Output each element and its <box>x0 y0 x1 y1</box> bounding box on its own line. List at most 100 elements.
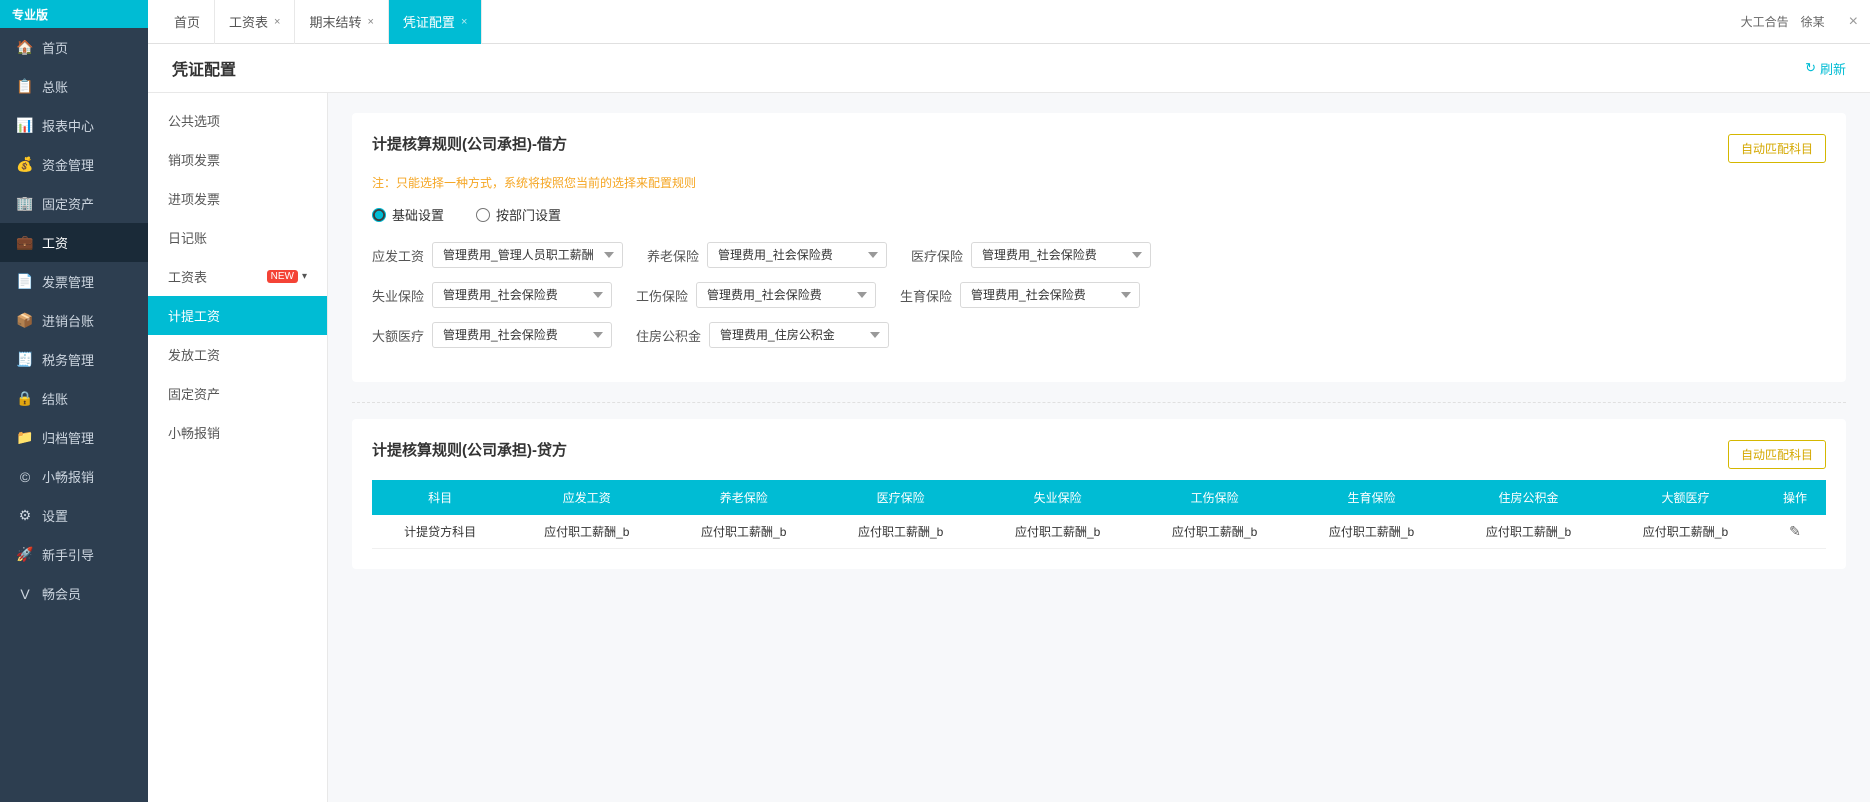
work-injury-select[interactable]: 管理费用_社会保险费 <box>696 282 876 308</box>
page-title: 凭证配置 <box>172 56 236 80</box>
th-unemployment: 失业保险 <box>979 480 1136 515</box>
td-gross-salary: 应付职工薪酬_b <box>508 515 665 549</box>
form-item-major-medical: 大额医疗 管理费用_社会保险费 <box>372 322 612 348</box>
major-medical-select[interactable]: 管理费用_社会保险费 <box>432 322 612 348</box>
major-medical-label: 大额医疗 <box>372 326 424 345</box>
housing-fund-label: 住房公积金 <box>636 326 701 345</box>
tab-voucher-close[interactable]: × <box>461 16 467 28</box>
content-wrapper: 公共选项 销项发票 进项发票 日记账 工资表 NEW ▾ 计提工资 <box>148 93 1870 802</box>
archive-icon: 📁 <box>16 429 34 446</box>
ledger-icon: 📋 <box>16 78 34 95</box>
form-item-unemployment: 失业保险 管理费用_社会保险费 <box>372 282 612 308</box>
sidebar-item-salary[interactable]: 💼 工资 <box>0 223 148 262</box>
sidebar-item-finance[interactable]: 💰 资金管理 <box>0 145 148 184</box>
brand-label: 专业版 <box>0 0 148 28</box>
section-debit: 计提核算规则(公司承担)-借方 自动匹配科目 注：只能选择一种方式，系统将按照您… <box>352 113 1846 382</box>
housing-fund-select[interactable]: 管理费用_住房公积金 <box>709 322 889 348</box>
tab-period-close-btn[interactable]: × <box>367 16 373 28</box>
refresh-icon: ↻ <box>1805 60 1816 76</box>
th-action: 操作 <box>1764 480 1826 515</box>
section1-note: 注：只能选择一种方式，系统将按照您当前的选择来配置规则 <box>372 174 1826 191</box>
unemployment-select[interactable]: 管理费用_社会保险费 <box>432 282 612 308</box>
radio-basic[interactable]: 基础设置 <box>372 205 444 224</box>
maternity-select[interactable]: 管理费用_社会保险费 <box>960 282 1140 308</box>
td-subject: 计提贷方科目 <box>372 515 508 549</box>
th-medical: 医疗保险 <box>822 480 979 515</box>
td-edit-action[interactable]: ✎ <box>1764 515 1826 549</box>
sidebar-item-invoice[interactable]: 📄 发票管理 <box>0 262 148 301</box>
tab-voucher-config[interactable]: 凭证配置 × <box>389 0 482 44</box>
sidebar-item-assets[interactable]: 🏢 固定资产 <box>0 184 148 223</box>
gross-salary-select[interactable]: 管理费用_管理人员职工薪酬 <box>432 242 623 268</box>
sidebar-item-archive[interactable]: 📁 归档管理 <box>0 418 148 457</box>
sidebar-item-settings[interactable]: ⚙ 设置 <box>0 496 148 535</box>
tab-period-close[interactable]: 期末结转 × <box>295 0 388 44</box>
debit-form-row-2: 失业保险 管理费用_社会保险费 工伤保险 管理费用_社会保险费 生育保险 <box>372 282 1826 308</box>
th-major-medical: 大额医疗 <box>1607 480 1764 515</box>
sidebar-item-expense[interactable]: © 小畅报销 <box>0 457 148 496</box>
purchase-icon: 📦 <box>16 312 34 329</box>
leftnav-item-accrual-salary[interactable]: 计提工资 <box>148 296 327 335</box>
credit-table-header-row: 科目 应发工资 养老保险 医疗保险 失业保险 工伤保险 生育保险 住房公积金 大… <box>372 480 1826 515</box>
pension-label: 养老保险 <box>647 246 699 265</box>
radio-department[interactable]: 按部门设置 <box>476 205 561 224</box>
tax-icon: 🧾 <box>16 351 34 368</box>
form-item-maternity: 生育保险 管理费用_社会保险费 <box>900 282 1140 308</box>
invoice-icon: 📄 <box>16 273 34 290</box>
tab-payroll-close[interactable]: × <box>274 16 280 28</box>
th-subject: 科目 <box>372 480 508 515</box>
refresh-button[interactable]: ↻ 刷新 <box>1805 59 1846 78</box>
gross-salary-label: 应发工资 <box>372 246 424 265</box>
sidebar-item-home[interactable]: 🏠 首页 <box>0 28 148 67</box>
vip-icon: V <box>16 586 34 602</box>
th-pension: 养老保险 <box>665 480 822 515</box>
leftnav-item-pay-salary[interactable]: 发放工资 <box>148 335 327 374</box>
leftnav-item-sales-invoice[interactable]: 销项发票 <box>148 140 327 179</box>
maternity-label: 生育保险 <box>900 286 952 305</box>
tab-payroll[interactable]: 工资表 × <box>215 0 295 44</box>
leftnav-item-expense-report[interactable]: 小畅报销 <box>148 413 327 452</box>
leftnav-item-public[interactable]: 公共选项 <box>148 101 327 140</box>
debit-form-row-3: 大额医疗 管理费用_社会保险费 住房公积金 管理费用_住房公积金 <box>372 322 1826 348</box>
main-area: 首页 工资表 × 期末结转 × 凭证配置 × 大工合告 徐某 × 凭证配置 ↻ … <box>148 0 1870 802</box>
expense-icon: © <box>16 469 34 485</box>
sidebar-item-guide[interactable]: 🚀 新手引导 <box>0 535 148 574</box>
medical-select[interactable]: 管理费用_社会保险费 <box>971 242 1151 268</box>
home-icon: 🏠 <box>16 39 34 56</box>
radio-basic-input[interactable] <box>372 208 386 222</box>
auto-match-debit-button[interactable]: 自动匹配科目 <box>1728 134 1826 163</box>
sidebar-item-settlement[interactable]: 🔒 结账 <box>0 379 148 418</box>
auto-match-credit-button[interactable]: 自动匹配科目 <box>1728 440 1826 469</box>
td-unemployment: 应付职工薪酬_b <box>979 515 1136 549</box>
leftnav-item-purchase-invoice[interactable]: 进项发票 <box>148 179 327 218</box>
tab-home[interactable]: 首页 <box>160 0 215 44</box>
form-item-pension: 养老保险 管理费用_社会保险费 <box>647 242 887 268</box>
th-work-injury: 工伤保险 <box>1136 480 1293 515</box>
assets-icon: 🏢 <box>16 195 34 212</box>
credit-table-head: 科目 应发工资 养老保险 医疗保险 失业保险 工伤保险 生育保险 住房公积金 大… <box>372 480 1826 515</box>
left-nav: 公共选项 销项发票 进项发票 日记账 工资表 NEW ▾ 计提工资 <box>148 93 328 802</box>
leftnav-item-payroll-table[interactable]: 工资表 NEW ▾ <box>148 257 327 296</box>
window-close-button[interactable]: × <box>1849 13 1858 31</box>
top-bar-right: 大工合告 徐某 × <box>1741 13 1858 31</box>
sidebar-item-purchase-sales[interactable]: 📦 进销台账 <box>0 301 148 340</box>
pension-select[interactable]: 管理费用_社会保险费 <box>707 242 887 268</box>
sidebar-item-reports[interactable]: 📊 报表中心 <box>0 106 148 145</box>
sidebar-item-general-ledger[interactable]: 📋 总账 <box>0 67 148 106</box>
leftnav-item-fixed-assets[interactable]: 固定资产 <box>148 374 327 413</box>
credit-table-body: 计提贷方科目 应付职工薪酬_b 应付职工薪酬_b 应付职工薪酬_b 应付职工薪酬… <box>372 515 1826 549</box>
section2-title: 计提核算规则(公司承担)-贷方 <box>372 439 567 460</box>
settlement-icon: 🔒 <box>16 390 34 407</box>
th-housing-fund: 住房公积金 <box>1450 480 1607 515</box>
td-maternity: 应付职工薪酬_b <box>1293 515 1450 549</box>
td-medical: 应付职工薪酬_b <box>822 515 979 549</box>
leftnav-item-journal[interactable]: 日记账 <box>148 218 327 257</box>
radio-dept-input[interactable] <box>476 208 490 222</box>
section-credit: 计提核算规则(公司承担)-贷方 自动匹配科目 科目 应发工资 养老保险 医疗保险… <box>352 419 1846 569</box>
sidebar-item-vip[interactable]: V 畅会员 <box>0 574 148 613</box>
new-badge: NEW <box>267 270 298 283</box>
td-pension: 应付职工薪酬_b <box>665 515 822 549</box>
edit-icon[interactable]: ✎ <box>1789 523 1801 539</box>
td-work-injury: 应付职工薪酬_b <box>1136 515 1293 549</box>
sidebar-item-tax[interactable]: 🧾 税务管理 <box>0 340 148 379</box>
